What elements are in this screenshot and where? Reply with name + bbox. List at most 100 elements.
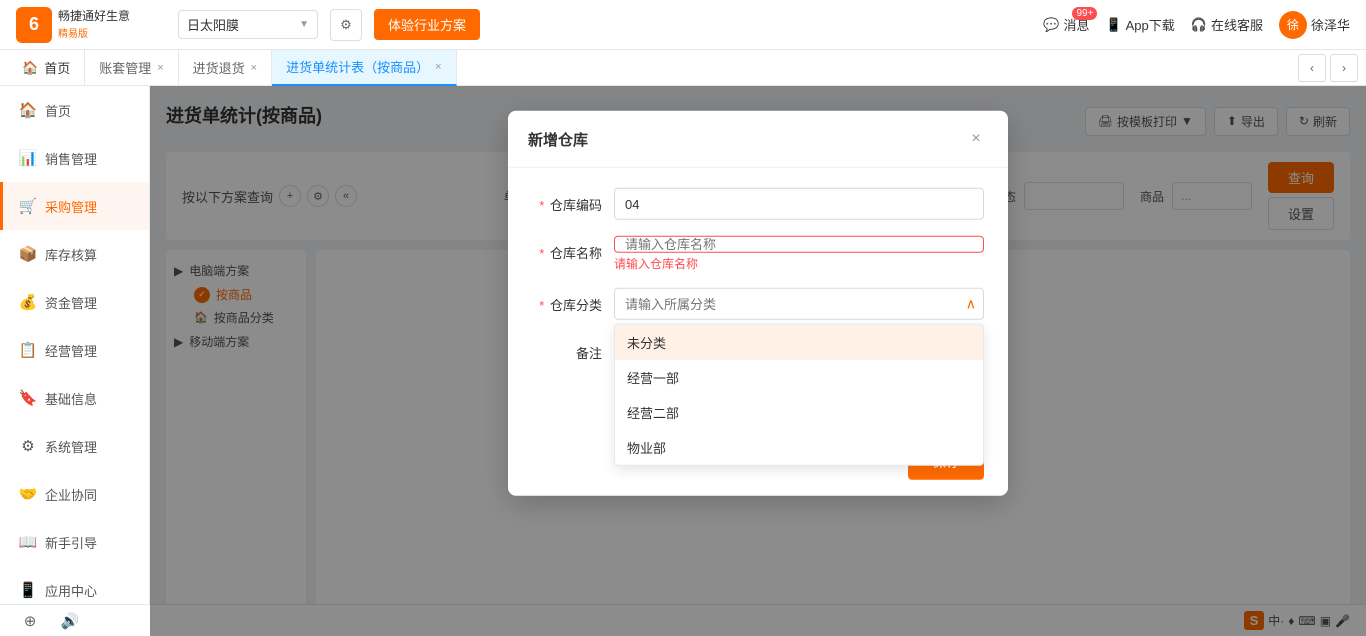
- sidebar-item-basic-info[interactable]: 🔖 基础信息: [0, 374, 149, 422]
- user-avatar: 徐: [1279, 11, 1307, 39]
- tab-home[interactable]: 🏠 首页: [8, 50, 85, 86]
- warehouse-category-label: * 仓库分类: [532, 288, 602, 314]
- sidebar-item-inventory[interactable]: 📦 库存核算: [0, 230, 149, 278]
- message-badge: 99+: [1072, 7, 1097, 20]
- warehouse-code-input[interactable]: [614, 188, 984, 220]
- home-sidebar-icon: 🏠: [19, 101, 37, 119]
- modal-header: 新增仓库 ×: [508, 111, 1008, 168]
- app-download-button[interactable]: 📱 App下载: [1105, 15, 1174, 34]
- sidebar-item-operations[interactable]: 📋 经营管理: [0, 326, 149, 374]
- user-area[interactable]: 徐 徐泽华: [1279, 11, 1350, 39]
- gear-icon: ⚙: [340, 17, 352, 33]
- sidebar-item-enterprise-label: 企业协同: [45, 485, 97, 504]
- sidebar-item-finance-label: 资金管理: [45, 293, 97, 312]
- expand-icon[interactable]: ⊕: [16, 607, 44, 635]
- sidebar-item-home-label: 首页: [45, 101, 71, 120]
- warehouse-category-input[interactable]: [614, 288, 984, 320]
- guide-sidebar-icon: 📖: [19, 533, 37, 551]
- trial-button[interactable]: 体验行业方案: [374, 9, 480, 40]
- tab-account[interactable]: 账套管理 ×: [85, 50, 178, 86]
- tab-purchase-stats-label: 进货单统计表（按商品）: [286, 57, 429, 76]
- message-button[interactable]: 💬 消息 99+: [1043, 15, 1089, 34]
- purchase-sidebar-icon: 🛒: [19, 197, 37, 215]
- finance-sidebar-icon: 💰: [19, 293, 37, 311]
- logo-sub: 精易版: [58, 25, 130, 40]
- message-icon: 💬: [1043, 17, 1059, 33]
- app-download-label: App下载: [1126, 15, 1175, 34]
- modal-title: 新增仓库: [528, 128, 588, 149]
- warehouse-name-group: * 仓库名称 请输入仓库名称: [532, 236, 984, 272]
- operations-sidebar-icon: 📋: [19, 341, 37, 359]
- category-dropdown: 未分类 经营一部 经营二部 物业部: [614, 324, 984, 466]
- tab-purchase-stats[interactable]: 进货单统计表（按商品） ×: [272, 50, 456, 86]
- username: 徐泽华: [1311, 15, 1350, 34]
- warehouse-code-label: * 仓库编码: [532, 188, 602, 214]
- warehouse-name-input[interactable]: [614, 236, 984, 253]
- dropdown-item-unclassified[interactable]: 未分类: [615, 325, 983, 360]
- sidebar-item-operations-label: 经营管理: [45, 341, 97, 360]
- sidebar-item-guide-label: 新手引导: [45, 533, 97, 552]
- sidebar-item-guide[interactable]: 📖 新手引导: [0, 518, 149, 566]
- sidebar-item-system-label: 系统管理: [45, 437, 97, 456]
- app-center-sidebar-icon: 📱: [19, 581, 37, 599]
- basic-info-sidebar-icon: 🔖: [19, 389, 37, 407]
- main-layout: 🏠 首页 📊 销售管理 🛒 采购管理 📦 库存核算 💰 资金管理 📋 经营管理 …: [0, 86, 1366, 636]
- content-area: 进货单统计(按商品) 🖨 按模板打印 ▼ ⬆ 导出 ↻ 刷新: [150, 86, 1366, 636]
- warehouse-name-field-wrapper: 请输入仓库名称: [614, 236, 984, 272]
- sidebar-item-purchase-label: 采购管理: [45, 197, 97, 216]
- tab-prev-button[interactable]: ‹: [1298, 54, 1326, 82]
- tab-bar-actions: ‹ ›: [1298, 54, 1358, 82]
- sidebar-item-basic-info-label: 基础信息: [45, 389, 97, 408]
- tab-purchase-return[interactable]: 进货退货 ×: [179, 50, 272, 86]
- modal-body: * 仓库编码 * 仓库名称 请输入仓库名称: [508, 168, 1008, 432]
- sidebar-item-home[interactable]: 🏠 首页: [0, 86, 149, 134]
- sales-sidebar-icon: 📊: [19, 149, 37, 167]
- headset-icon: 🎧: [1191, 17, 1207, 33]
- sidebar-item-system[interactable]: ⚙ 系统管理: [0, 422, 149, 470]
- store-selector[interactable]: 日太阳膜 ▼: [178, 10, 318, 39]
- tab-purchase-return-label: 进货退货: [193, 58, 245, 77]
- system-sidebar-icon: ⚙: [19, 437, 37, 455]
- sidebar-item-enterprise[interactable]: 🤝 企业协同: [0, 470, 149, 518]
- logo-area: 6 畅捷通好生意 精易版: [16, 7, 166, 43]
- sidebar-item-app-center-label: 应用中心: [45, 581, 97, 600]
- bottom-icons-left: ⊕ 🔊: [16, 607, 84, 635]
- logo-text-area: 畅捷通好生意 精易版: [58, 9, 130, 40]
- dropdown-item-dept2[interactable]: 经营二部: [615, 395, 983, 430]
- dropdown-item-dept3[interactable]: 物业部: [615, 430, 983, 465]
- warehouse-category-select-wrapper: ∧ 未分类 经营一部 经营二部 物业部: [614, 288, 984, 320]
- phone-icon: 📱: [1105, 17, 1121, 33]
- sidebar: 🏠 首页 📊 销售管理 🛒 采购管理 📦 库存核算 💰 资金管理 📋 经营管理 …: [0, 86, 150, 636]
- gear-button[interactable]: ⚙: [330, 9, 362, 41]
- warehouse-name-label: * 仓库名称: [532, 236, 602, 262]
- tab-purchase-stats-close[interactable]: ×: [435, 61, 441, 73]
- sidebar-item-inventory-label: 库存核算: [45, 245, 97, 264]
- logo-icon: 6: [16, 7, 52, 43]
- sidebar-item-finance[interactable]: 💰 资金管理: [0, 278, 149, 326]
- dropdown-item-dept1[interactable]: 经营一部: [615, 360, 983, 395]
- logo-text: 畅捷通好生意: [58, 9, 130, 25]
- tab-home-label: 首页: [44, 58, 70, 77]
- modal-close-button[interactable]: ×: [964, 127, 988, 151]
- warehouse-name-error: 请输入仓库名称: [614, 255, 984, 272]
- remark-label: 备注: [532, 336, 602, 362]
- chevron-down-icon: ▼: [299, 19, 309, 30]
- speaker-icon[interactable]: 🔊: [56, 607, 84, 635]
- avatar-initial: 徐: [1287, 16, 1299, 33]
- online-service-button[interactable]: 🎧 在线客服: [1191, 15, 1263, 34]
- tab-account-close[interactable]: ×: [157, 62, 163, 74]
- sidebar-item-purchase[interactable]: 🛒 采购管理: [0, 182, 149, 230]
- header-right: 💬 消息 99+ 📱 App下载 🎧 在线客服 徐 徐泽华: [1043, 11, 1350, 39]
- tab-account-label: 账套管理: [99, 58, 151, 77]
- tab-purchase-return-close[interactable]: ×: [251, 62, 257, 74]
- top-header: 6 畅捷通好生意 精易版 日太阳膜 ▼ ⚙ 体验行业方案 💬 消息 99+ 📱 …: [0, 0, 1366, 50]
- sidebar-item-sales[interactable]: 📊 销售管理: [0, 134, 149, 182]
- home-icon: 🏠: [22, 60, 38, 76]
- warehouse-category-group: * 仓库分类 ∧ 未分类 经营一部 经营二部 物业部: [532, 288, 984, 320]
- sidebar-item-sales-label: 销售管理: [45, 149, 97, 168]
- store-name: 日太阳膜: [187, 15, 295, 34]
- enterprise-sidebar-icon: 🤝: [19, 485, 37, 503]
- tab-bar: 🏠 首页 账套管理 × 进货退货 × 进货单统计表（按商品） × ‹ ›: [0, 50, 1366, 86]
- tab-next-button[interactable]: ›: [1330, 54, 1358, 82]
- online-service-label: 在线客服: [1211, 15, 1263, 34]
